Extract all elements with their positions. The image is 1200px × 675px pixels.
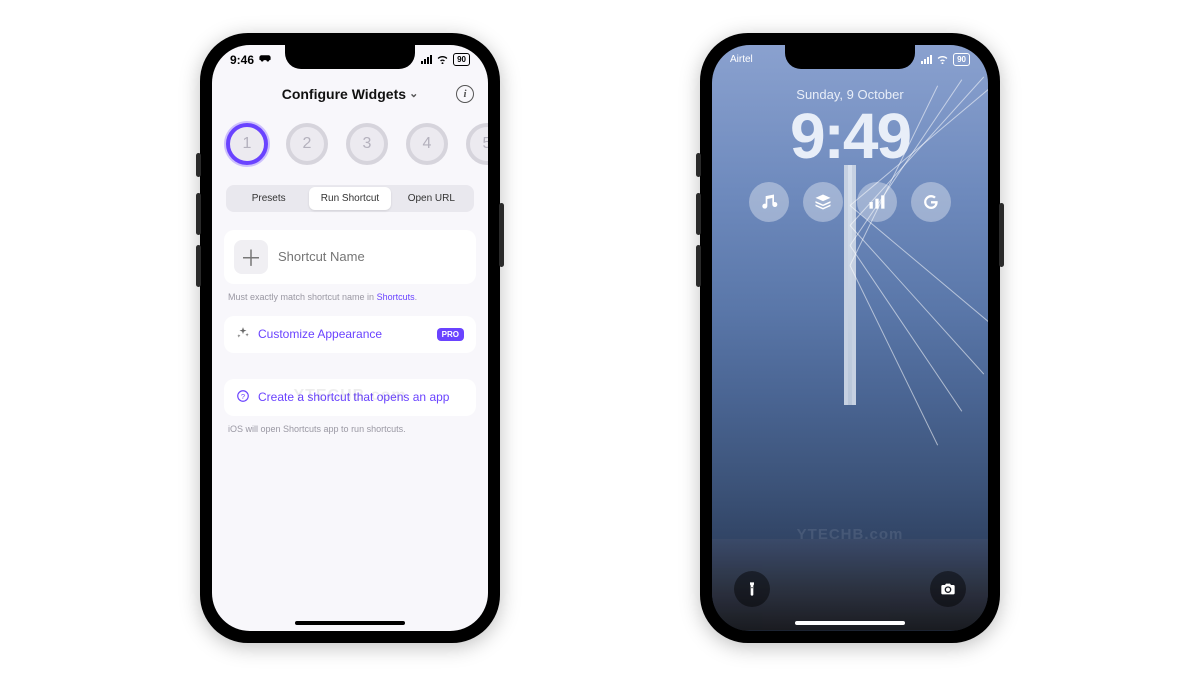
side-button: [696, 193, 701, 235]
notch: [785, 45, 915, 69]
shortcut-icon-picker[interactable]: ＋: [234, 240, 268, 274]
header: Configure Widgets ⌄ i: [212, 79, 488, 109]
carplay-icon: [258, 53, 272, 66]
widget-slot-2[interactable]: 2: [286, 123, 328, 165]
widget-slot-3[interactable]: 3: [346, 123, 388, 165]
screen: 9:46 90 Configure Widgets ⌄ i 1: [212, 45, 488, 631]
battery-level: 90: [953, 53, 970, 66]
wifi-icon: [936, 53, 949, 67]
lock-widget-bars[interactable]: [857, 182, 897, 222]
shortcut-name-card: ＋: [224, 230, 476, 284]
side-button: [196, 193, 201, 235]
segment-open-url[interactable]: Open URL: [391, 187, 472, 210]
phone-mockup-left: 9:46 90 Configure Widgets ⌄ i 1: [200, 33, 500, 643]
widget-slot-5[interactable]: 5: [466, 123, 488, 165]
create-shortcut-label: Create a shortcut that opens an app: [258, 390, 449, 404]
widget-slot-4[interactable]: 4: [406, 123, 448, 165]
customize-appearance-row[interactable]: Customize Appearance PRO: [224, 316, 476, 353]
help-icon: ?: [236, 389, 250, 406]
lockscreen: Airtel 90 Sunday, 9 October 9:49: [712, 45, 988, 631]
wifi-icon: [436, 53, 449, 67]
hint-text: .: [415, 292, 418, 302]
create-shortcut-row[interactable]: ? Create a shortcut that opens an app: [224, 379, 476, 416]
shortcut-hint: Must exactly match shortcut name in Shor…: [228, 292, 472, 302]
side-button: [196, 153, 201, 177]
side-button: [499, 203, 504, 267]
lock-widget-stack[interactable]: [803, 182, 843, 222]
svg-text:?: ?: [241, 391, 245, 400]
sparkle-icon: [236, 326, 250, 343]
widget-slot-1[interactable]: 1: [226, 123, 268, 165]
pro-badge: PRO: [437, 328, 464, 341]
lock-widgets-row: [749, 182, 951, 222]
watermark: YTECHB.com: [797, 526, 904, 543]
shortcut-name-input[interactable]: [278, 249, 466, 264]
status-time: 9:46: [230, 53, 254, 67]
segment-presets[interactable]: Presets: [228, 187, 309, 210]
home-indicator[interactable]: [795, 621, 905, 625]
lock-widget-music[interactable]: [749, 182, 789, 222]
lock-widget-google[interactable]: [911, 182, 951, 222]
side-button: [696, 153, 701, 177]
lock-time: 9:49: [790, 104, 910, 168]
chevron-down-icon[interactable]: ⌄: [406, 87, 418, 100]
segment-run-shortcut[interactable]: Run Shortcut: [309, 187, 390, 210]
phone-mockup-right: Airtel 90 Sunday, 9 October 9:49: [700, 33, 1000, 643]
carrier-name: Airtel: [730, 54, 753, 65]
cellular-icon: [421, 55, 432, 64]
hint-text: Must exactly match shortcut name in: [228, 292, 377, 302]
flashlight-button[interactable]: [734, 571, 770, 607]
page-title[interactable]: Configure Widgets: [282, 86, 406, 102]
cellular-icon: [921, 55, 932, 64]
mode-segmented-control[interactable]: Presets Run Shortcut Open URL: [226, 185, 474, 212]
footer-hint: iOS will open Shortcuts app to run short…: [228, 424, 472, 434]
info-button[interactable]: i: [456, 85, 474, 103]
battery-level: 90: [453, 53, 470, 66]
side-button: [696, 245, 701, 287]
side-button: [999, 203, 1004, 267]
home-indicator[interactable]: [295, 621, 405, 625]
camera-button[interactable]: [930, 571, 966, 607]
notch: [285, 45, 415, 69]
widget-slot-picker: 1 2 3 4 5: [212, 109, 488, 179]
side-button: [196, 245, 201, 287]
customize-appearance-label: Customize Appearance: [258, 327, 429, 341]
shortcuts-link[interactable]: Shortcuts: [377, 292, 415, 302]
